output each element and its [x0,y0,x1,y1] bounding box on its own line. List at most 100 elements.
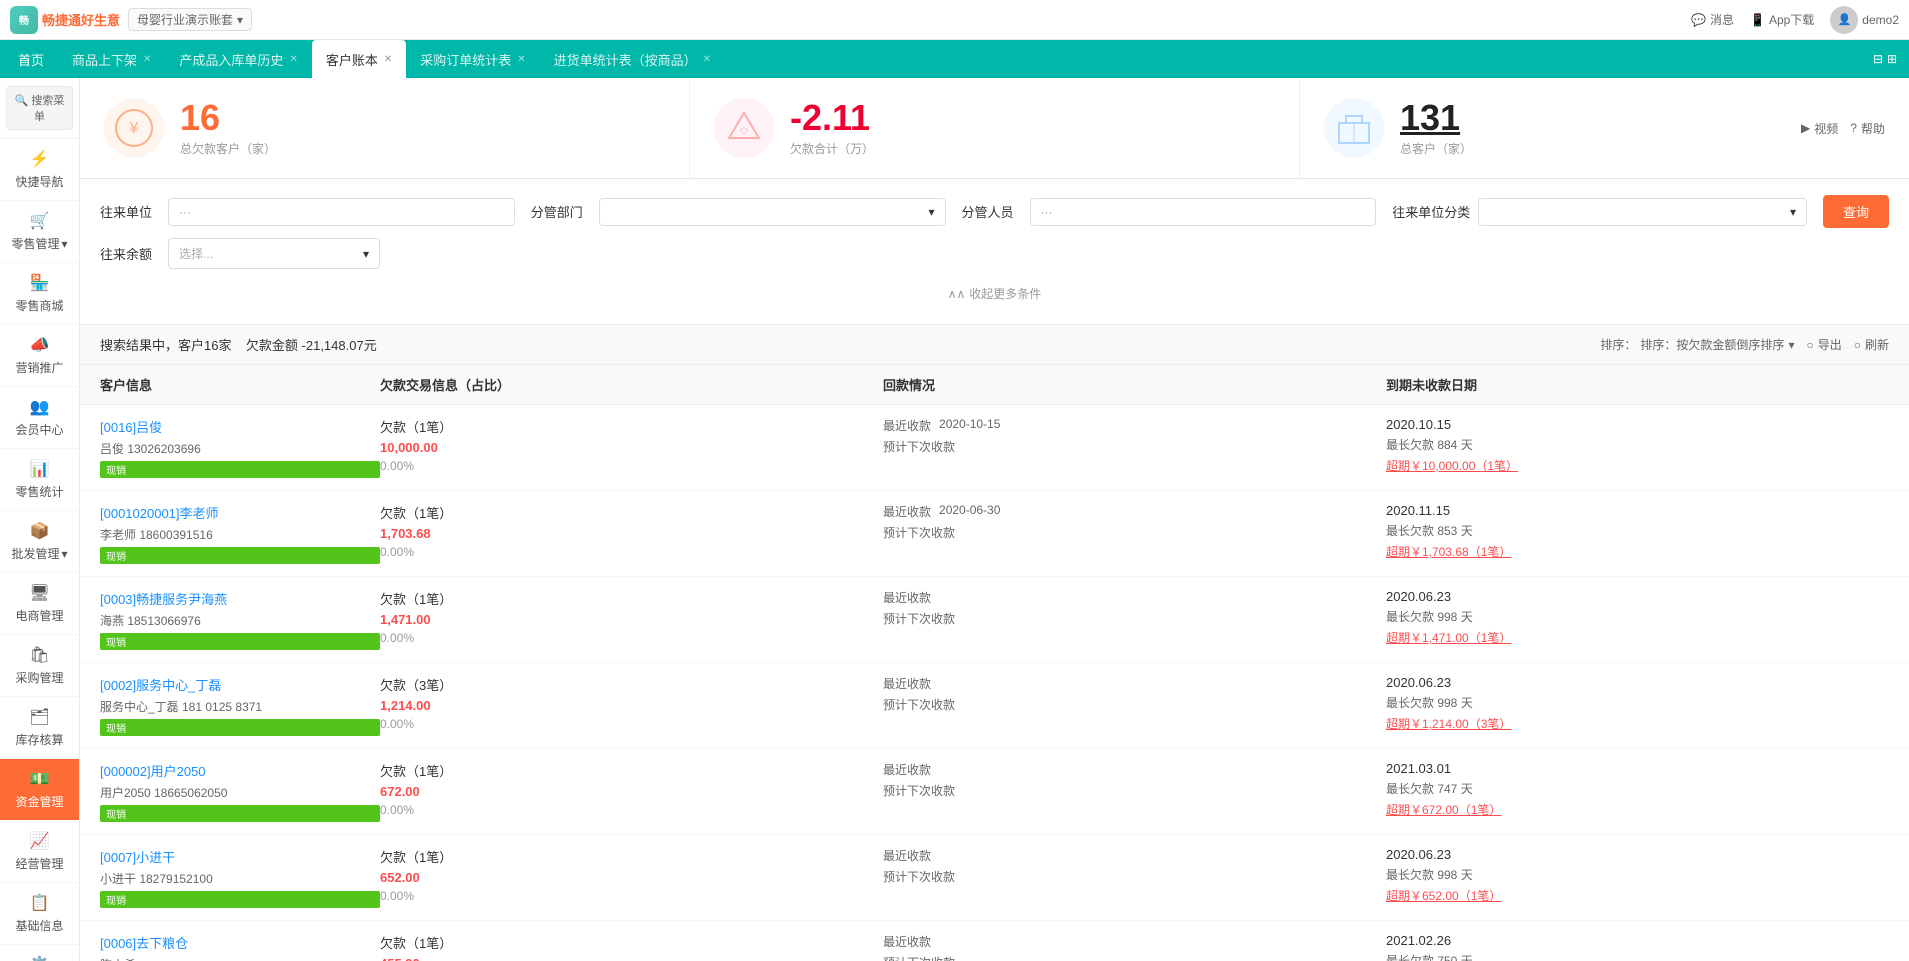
overdue-link-000002[interactable]: 超期￥672.00（1笔） [1386,801,1889,818]
customer-phone-0006: 陈小希 [100,956,380,961]
close-tab-production-history[interactable]: ✕ [289,54,297,65]
filter-person: 分管人员 ··· [962,198,1377,226]
balance-select[interactable]: 选择... ▾ [168,238,380,269]
customer-name-00010200001[interactable]: [0001020001]李老师 [100,503,380,522]
collection-info-000002: 最近收款 预计下次收款 [883,761,1386,799]
overdue-link-0002[interactable]: 超期￥1,214.00（3笔） [1386,715,1889,732]
sidebar-item-purchase-mgmt[interactable]: 🛍 采购管理 [0,635,79,697]
sort-select[interactable]: 排序： 排序：按欠款金额倒序排序 ▾ [1600,336,1794,353]
customer-name-0006[interactable]: [0006]去下粮仓 [100,933,380,952]
minimize-icon[interactable]: ⊟ [1873,52,1883,66]
top-bar-left: 畅 畅捷通好生意 母婴行业演示账套 ▾ [10,6,252,34]
sidebar-item-marketing[interactable]: 📣 营销推广 [0,325,79,387]
table-row: [0002]服务中心_丁磊 服务中心_丁磊 181 0125 8371 现销 欠… [80,663,1909,749]
purchase-mgmt-icon: 🛍 [29,645,49,665]
tab-home[interactable]: 首页 [4,44,58,74]
customer-name-0007[interactable]: [0007]小进干 [100,847,380,866]
col-header-collection: 回款情况 [883,375,1386,394]
tab-purchase-stat[interactable]: 进货单统计表（按商品） ✕ [540,44,725,74]
results-actions: 排序： 排序：按欠款金额倒序排序 ▾ ○ 导出 ○ 刷新 [1600,336,1889,353]
sidebar-item-ecommerce[interactable]: 🖥 电商管理 [0,573,79,635]
sidebar-item-finance-mgmt[interactable]: 💵 资金管理 [0,759,79,821]
collection-info-0003: 最近收款 预计下次收款 [883,589,1386,627]
tab-goods-off[interactable]: 商品上下架 ✕ [58,44,165,74]
customer-phone-0002: 服务中心_丁磊 181 0125 8371 [100,698,380,715]
close-tab-purchase-order[interactable]: ✕ [517,54,525,65]
overdue-link-0016[interactable]: 超期￥10,000.00（1笔） [1386,457,1889,474]
close-tab-purchase-stat[interactable]: ✕ [703,54,711,65]
sidebar-search-btn[interactable]: 🔍 搜索菜单 [6,86,73,130]
overdue-link-00010200001[interactable]: 超期￥1,703.68（1笔） [1386,543,1889,560]
table-row: [0001020001]李老师 李老师 18600391516 现销 欠款（1笔… [80,491,1909,577]
filter-balance: 往来余额 选择... ▾ [100,238,380,269]
customer-info-0003: [0003]畅捷服务尹海燕 海燕 18513066976 现销 [100,589,380,650]
collapse-button[interactable]: ∧∧ 收起更多条件 [948,285,1042,302]
filter-area: 往来单位 ··· 分管部门 ▾ 分管人员 ··· [80,179,1909,324]
customer-phone-0007: 小进干 18279152100 [100,870,380,887]
close-tab-goods-off[interactable]: ✕ [143,54,151,65]
user-menu[interactable]: 👤 demo2 [1830,6,1899,34]
sidebar-item-system-mgmt[interactable]: ⚙️ 系统管理 [0,945,79,961]
main-layout: 🔍 搜索菜单 ⚡ 快捷导航 🛒 零售管理 ▾ 🏪 零售商城 📣 营销推广 [0,78,1909,961]
debt-info-0007: 欠款（1笔） 652.00 0.00% [380,847,883,903]
stat-info-total-customers: 131 总客户（家） [1400,100,1472,157]
refresh-button[interactable]: ○ 刷新 [1854,336,1889,353]
search-button[interactable]: 查询 [1823,195,1889,228]
app-download-btn[interactable]: 📱 App下载 [1750,11,1814,28]
sort-arrow-icon: ▾ [1788,338,1794,352]
sidebar-item-batch-mgmt[interactable]: 📦 批发管理 ▾ [0,511,79,573]
data-table: 客户信息 欠款交易信息（占比） 回款情况 到期未收款日期 [0016]吕俊 吕俊… [80,365,1909,961]
sidebar-item-member-center[interactable]: 👥 会员中心 [0,387,79,449]
filter-label-balance: 往来余额 [100,244,160,263]
video-action[interactable]: ▶ 视频 [1801,120,1838,137]
video-icon: ▶ [1801,121,1810,135]
sidebar-item-quick-nav[interactable]: ⚡ 快捷导航 [0,139,79,201]
ops-mgmt-icon: 📈 [30,831,50,851]
dept-select[interactable]: ▾ [599,198,946,226]
tab-production-history[interactable]: 产成品入库单历史 ✕ [165,44,311,74]
overdue-link-0007[interactable]: 超期￥652.00（1笔） [1386,887,1889,904]
customer-tag-0016: 现销 [100,461,380,478]
due-date-info-0003: 2020.06.23 最长欠款 998 天 超期￥1,471.00（1笔） [1386,589,1889,646]
stat-number-total-customers: 131 [1400,100,1472,136]
customer-name-0003[interactable]: [0003]畅捷服务尹海燕 [100,589,380,608]
customer-phone-00010200001: 李老师 18600391516 [100,526,380,543]
basic-info-icon: 📋 [30,893,50,913]
export-icon: ○ [1806,338,1813,352]
due-date-info-000002: 2021.03.01 最长欠款 747 天 超期￥672.00（1笔） [1386,761,1889,818]
debt-amount-icon: ◇ [714,98,774,158]
overdue-link-0003[interactable]: 超期￥1,471.00（1笔） [1386,629,1889,646]
collapse-icon: ∧∧ [948,287,966,301]
refresh-icon: ○ [1854,338,1861,352]
sidebar-item-retail-mgmt[interactable]: 🛒 零售管理 ▾ [0,201,79,263]
collection-info-0006: 最近收款 预计下次收款 [883,933,1386,961]
company-select[interactable]: 母婴行业演示账套 ▾ [128,8,252,31]
unit-category-select[interactable]: ▾ [1478,198,1807,226]
maximize-icon[interactable]: ⊞ [1887,52,1897,66]
export-button[interactable]: ○ 导出 [1806,336,1841,353]
customer-name-000002[interactable]: [000002]用户2050 [100,761,380,780]
close-tab-customer-account[interactable]: ✕ [384,54,392,65]
help-icon: ? [1850,121,1857,135]
message-btn[interactable]: 💬 消息 [1691,11,1734,28]
sidebar-item-ops-mgmt[interactable]: 📈 经营管理 [0,821,79,883]
col-header-customer-info: 客户信息 [100,375,380,394]
inventory-icon: 🗂 [29,707,49,727]
sidebar-item-retail-stats[interactable]: 📊 零售统计 [0,449,79,511]
tab-purchase-order[interactable]: 采购订单统计表 ✕ [406,44,539,74]
sidebar-item-inventory[interactable]: 🗂 库存核算 [0,697,79,759]
svg-text:◇: ◇ [740,125,748,136]
stat-card-actions: ▶ 视频 ? 帮助 [1801,120,1885,137]
customer-name-0016[interactable]: [0016]吕俊 [100,417,380,436]
table-row: [0003]畅捷服务尹海燕 海燕 18513066976 现销 欠款（1笔） 1… [80,577,1909,663]
stat-number-debt-amount: -2.11 [790,100,874,136]
sidebar-item-retail-mall[interactable]: 🏪 零售商城 [0,263,79,325]
customer-name-0002[interactable]: [0002]服务中心_丁磊 [100,675,380,694]
person-input[interactable]: ··· [1030,198,1377,226]
tab-customer-account[interactable]: 客户账本 ✕ [312,40,406,78]
svg-text:¥: ¥ [129,120,139,137]
help-action[interactable]: ? 帮助 [1850,120,1885,137]
col-header-debt-info: 欠款交易信息（占比） [380,375,883,394]
source-unit-input[interactable]: ··· [168,198,515,226]
sidebar-item-basic-info[interactable]: 📋 基础信息 [0,883,79,945]
